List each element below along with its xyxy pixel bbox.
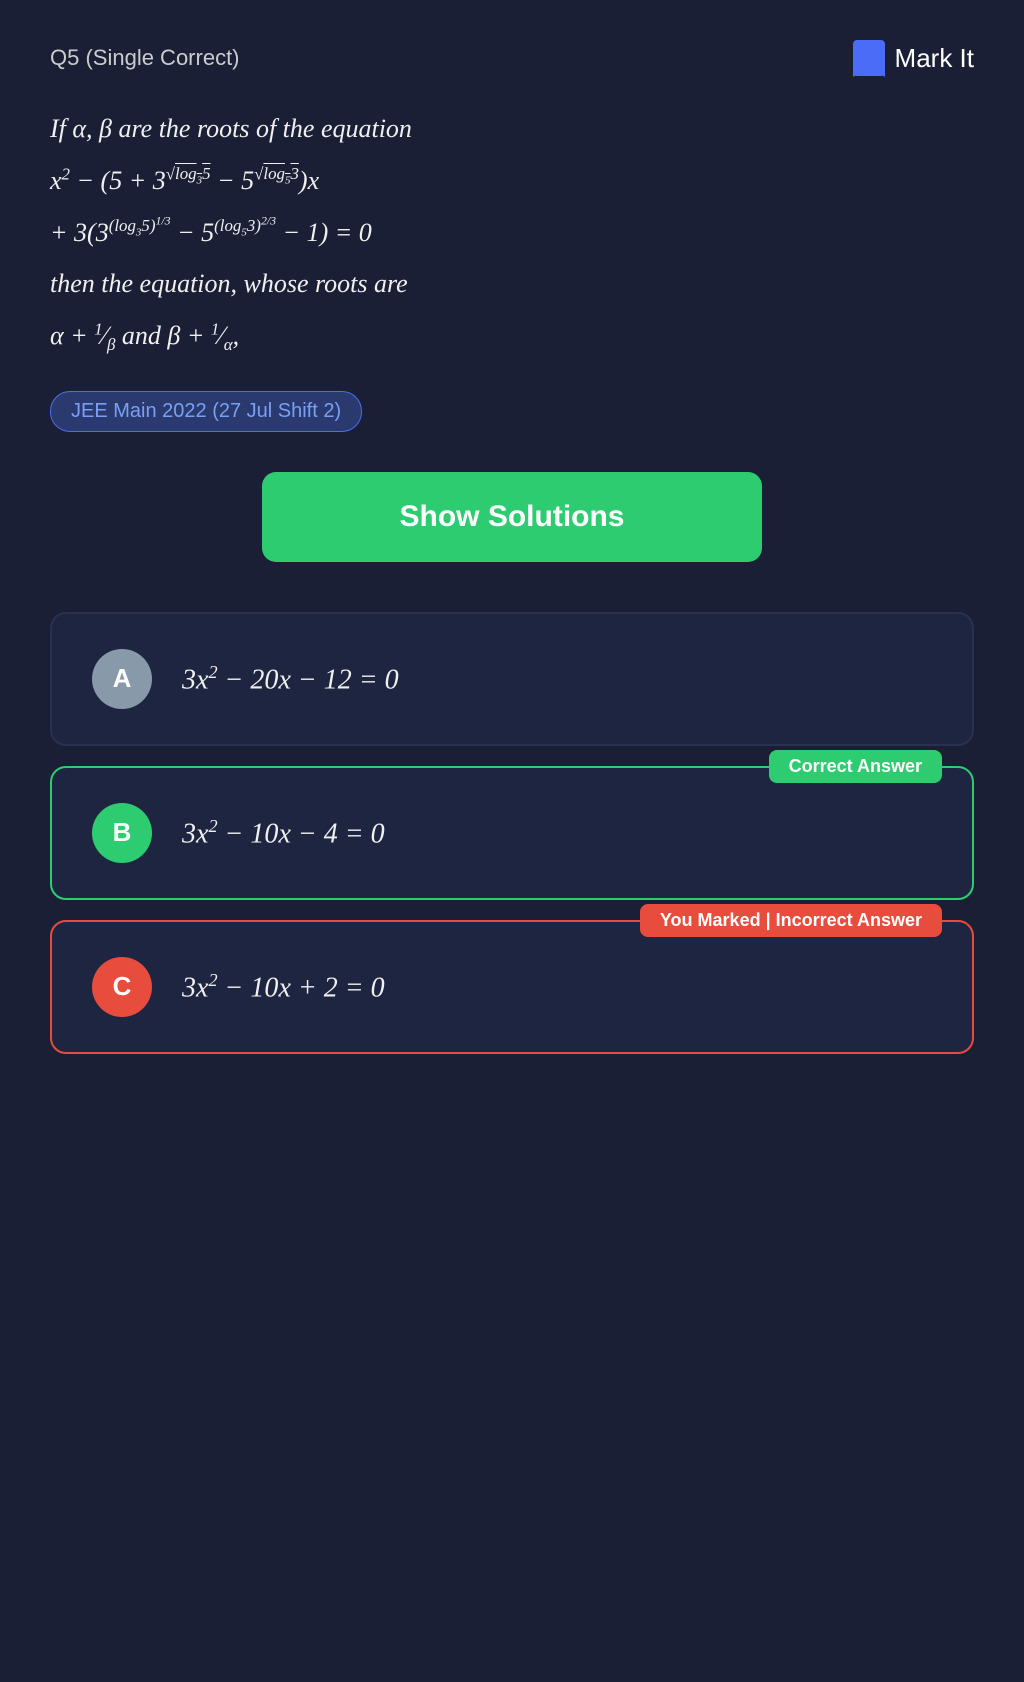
option-card-b[interactable]: Correct Answer B 3x2 − 10x − 4 = 0: [50, 766, 974, 900]
correct-answer-badge: Correct Answer: [769, 750, 942, 783]
incorrect-answer-badge: You Marked | Incorrect Answer: [640, 904, 942, 937]
mark-it-label: Mark It: [895, 43, 974, 74]
option-label-c: C: [92, 957, 152, 1017]
options-container: A 3x2 − 20x − 12 = 0 Correct Answer B 3x…: [50, 612, 974, 1054]
question-type: Q5 (Single Correct): [50, 45, 240, 71]
option-card-a[interactable]: A 3x2 − 20x − 12 = 0: [50, 612, 974, 746]
bookmark-icon: [853, 40, 885, 76]
option-card-c[interactable]: You Marked | Incorrect Answer C 3x2 − 10…: [50, 920, 974, 1054]
question-roots-text: α + 1⁄β and β + 1⁄α,: [50, 313, 974, 361]
option-text-a: 3x2 − 20x − 12 = 0: [182, 662, 399, 696]
question-equation-line2: + 3(3(log35)1/3 − 5(log53)2/3 − 1) = 0: [50, 210, 974, 257]
tag-badge: JEE Main 2022 (27 Jul Shift 2): [50, 391, 362, 432]
option-label-a: A: [92, 649, 152, 709]
question-conclusion-text: then the equation, whose roots are: [50, 269, 408, 298]
option-label-b: B: [92, 803, 152, 863]
question-body: If α, β are the roots of the equation x2…: [50, 106, 974, 361]
option-text-b: 3x2 − 10x − 4 = 0: [182, 816, 385, 850]
option-text-c: 3x2 − 10x + 2 = 0: [182, 970, 385, 1004]
mark-it-button[interactable]: Mark It: [853, 40, 974, 76]
header: Q5 (Single Correct) Mark It: [50, 40, 974, 76]
question-equation-line1: x2 − (5 + 3√log35 − 5√log53)x: [50, 158, 974, 205]
question-intro-text: If α, β are the roots of the equation: [50, 114, 412, 143]
show-solutions-button[interactable]: Show Solutions: [262, 472, 762, 562]
